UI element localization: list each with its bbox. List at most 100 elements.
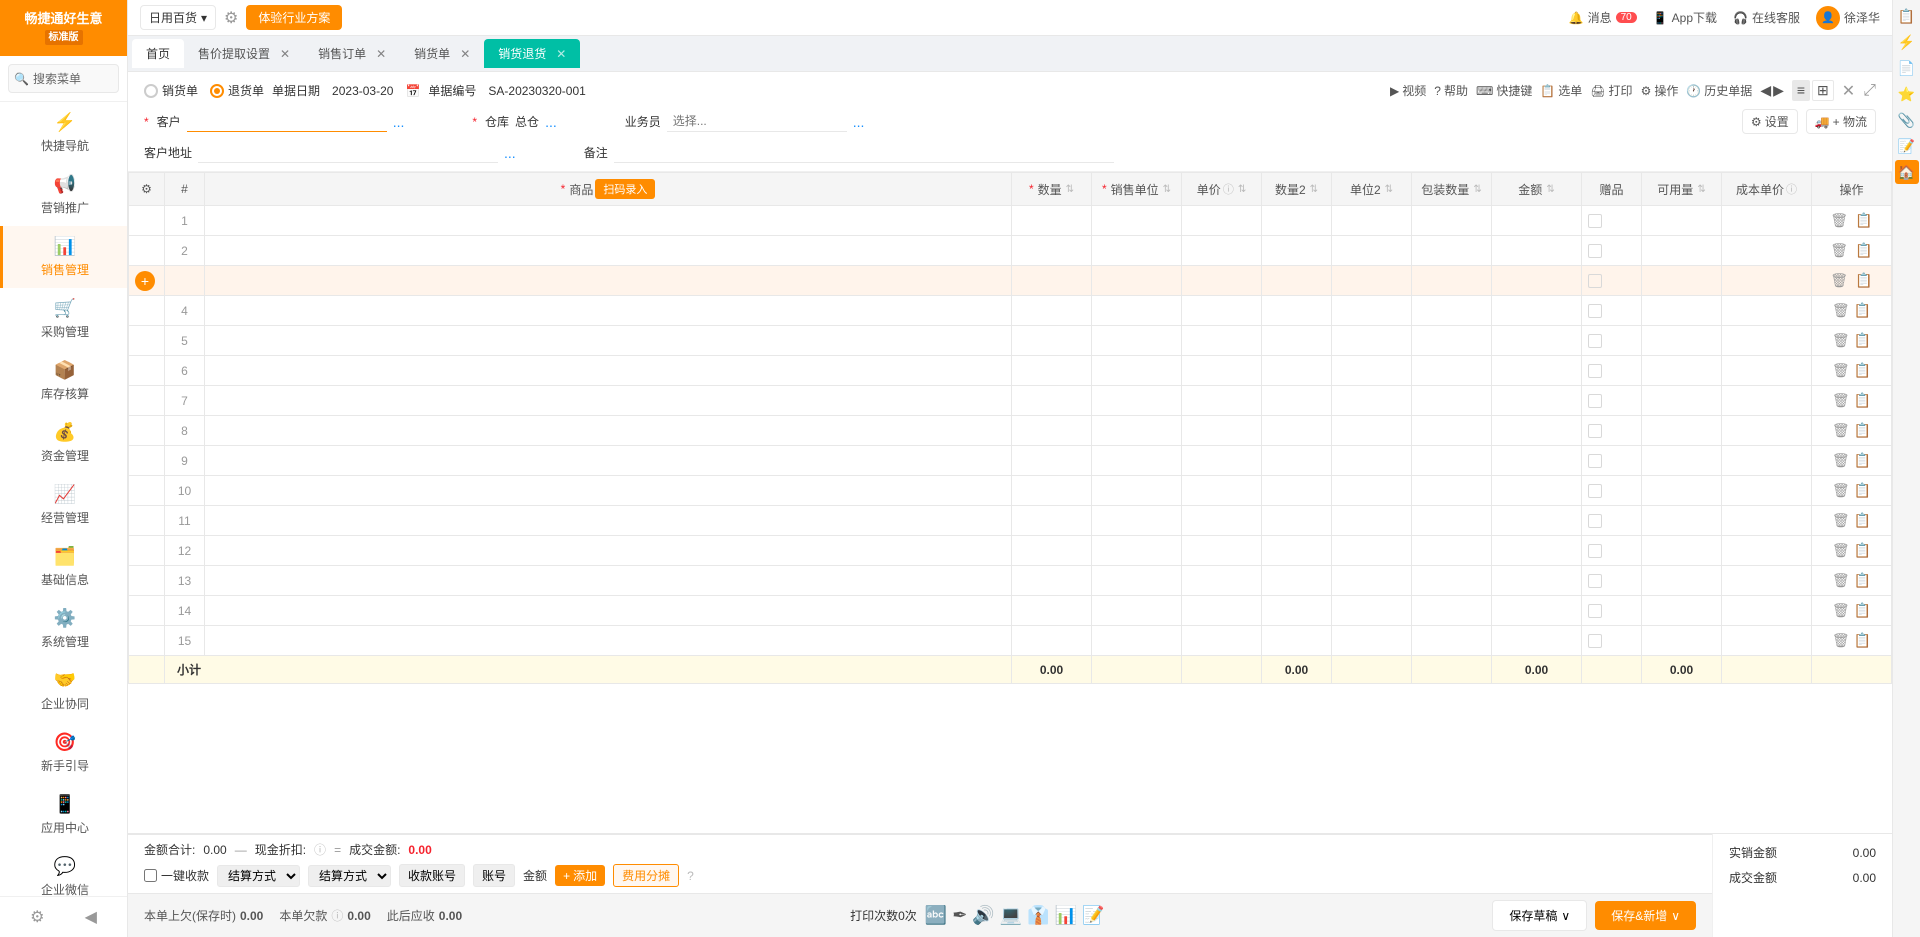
address-lookup-button[interactable]: ...: [504, 145, 516, 161]
gift-checkbox-6[interactable]: [1588, 364, 1602, 378]
account-num-button[interactable]: 账号: [473, 864, 515, 887]
add-row-button[interactable]: +: [135, 271, 155, 291]
nav-next-button[interactable]: ▶: [1773, 82, 1784, 99]
row-qty-1[interactable]: [1012, 206, 1092, 236]
sidebar-item-appstore[interactable]: 📱 应用中心: [0, 784, 127, 846]
delete-row-15-button[interactable]: 🗑: [1830, 630, 1852, 651]
add-payment-button[interactable]: + 添加: [555, 865, 605, 886]
gift-checkbox-5[interactable]: [1588, 334, 1602, 348]
gift-checkbox-13[interactable]: [1588, 574, 1602, 588]
copy-row-3-button[interactable]: 📋: [1853, 270, 1874, 291]
price-sort-icon[interactable]: ⇅: [1238, 184, 1246, 195]
row-goods-3[interactable]: [205, 266, 1012, 296]
row-gift-3[interactable]: [1582, 266, 1642, 296]
select-order-button[interactable]: 📋 选单: [1540, 82, 1582, 99]
delete-row-10-button[interactable]: 🗑: [1830, 480, 1852, 501]
payment-checkbox-input[interactable]: [144, 869, 157, 882]
nav-prev-button[interactable]: ◀: [1760, 82, 1771, 99]
sidebar-item-marketing[interactable]: 📢 营销推广: [0, 164, 127, 226]
rt-note-button[interactable]: 📝: [1895, 134, 1919, 158]
discount-info-icon[interactable]: ⓘ: [314, 841, 326, 858]
operations-button[interactable]: ⚙ 操作: [1641, 82, 1679, 99]
copy-row-1-button[interactable]: 📋: [1853, 210, 1874, 231]
unit-sort-icon[interactable]: ⇅: [1163, 184, 1171, 195]
customer-lookup-button[interactable]: ...: [393, 114, 405, 130]
price-info-icon[interactable]: ⓘ: [1223, 181, 1234, 197]
grid-view-button[interactable]: ⊞: [1812, 80, 1834, 101]
gift-checkbox-8[interactable]: [1588, 424, 1602, 438]
copy-row-15-button[interactable]: 📋: [1852, 630, 1873, 651]
user-menu[interactable]: 👤 徐泽华: [1816, 6, 1880, 30]
delete-row-11-button[interactable]: 🗑: [1830, 510, 1852, 531]
row-goods-1[interactable]: [205, 206, 1012, 236]
fee-split-button[interactable]: 费用分摊: [613, 864, 679, 887]
delete-row-12-button[interactable]: 🗑: [1830, 540, 1852, 561]
copy-row-14-button[interactable]: 📋: [1852, 600, 1873, 621]
copy-row-11-button[interactable]: 📋: [1852, 510, 1873, 531]
sidebar-item-wechat[interactable]: 💬 企业微信: [0, 846, 127, 896]
copy-row-12-button[interactable]: 📋: [1852, 540, 1873, 561]
copy-row-4-button[interactable]: 📋: [1852, 300, 1873, 321]
rt-clipboard-button[interactable]: 📋: [1895, 4, 1919, 28]
qty-sort-icon[interactable]: ⇅: [1066, 184, 1074, 195]
setup-button[interactable]: ⚙ 设置: [1742, 109, 1798, 134]
gift-checkbox-11[interactable]: [1588, 514, 1602, 528]
print-button[interactable]: 🖨 打印: [1590, 82, 1632, 99]
pack-sort-icon[interactable]: ⇅: [1473, 184, 1481, 195]
row-unit2-1[interactable]: [1332, 206, 1412, 236]
logistics-button[interactable]: 🚚 + 物流: [1806, 109, 1876, 134]
unit2-sort-icon[interactable]: ⇅: [1385, 184, 1393, 195]
sidebar-item-enterprise[interactable]: 🤝 企业协同: [0, 660, 127, 722]
tab-sales-delivery-close[interactable]: ✕: [460, 47, 470, 61]
sidebar-item-finance[interactable]: 💰 资金管理: [0, 412, 127, 474]
cost-info-icon[interactable]: ⓘ: [1786, 181, 1797, 197]
save-new-button[interactable]: 保存&新增 ∨: [1595, 901, 1696, 930]
tab-home[interactable]: 首页: [132, 39, 184, 68]
row-unit-1[interactable]: [1092, 206, 1182, 236]
expand-window-button[interactable]: ⤢: [1863, 82, 1876, 100]
tab-sales-delivery[interactable]: 销货单 ✕: [400, 39, 484, 68]
sidebar-item-system[interactable]: ⚙️ 系统管理: [0, 598, 127, 660]
delete-row-6-button[interactable]: 🗑: [1830, 360, 1852, 381]
online-support-button[interactable]: 🎧 在线客服: [1733, 9, 1800, 26]
delete-row-14-button[interactable]: 🗑: [1830, 600, 1852, 621]
row-qty2-2[interactable]: [1262, 236, 1332, 266]
tab-sales-order-close[interactable]: ✕: [376, 47, 386, 61]
row-cost-2[interactable]: [1722, 236, 1812, 266]
goods-input-3[interactable]: [211, 273, 1005, 288]
industry-select[interactable]: 日用百货 ▾: [140, 5, 216, 30]
copy-row-6-button[interactable]: 📋: [1852, 360, 1873, 381]
gift-checkbox-14[interactable]: [1588, 604, 1602, 618]
gift-checkbox-2[interactable]: [1588, 244, 1602, 258]
salesperson-lookup-button[interactable]: ...: [853, 114, 865, 130]
gift-checkbox-3[interactable]: [1588, 274, 1602, 288]
gift-checkbox-9[interactable]: [1588, 454, 1602, 468]
copy-row-9-button[interactable]: 📋: [1852, 450, 1873, 471]
rt-document-button[interactable]: 📄: [1895, 56, 1919, 80]
row-qty-2[interactable]: [1012, 236, 1092, 266]
row-avail-3[interactable]: [1642, 266, 1722, 296]
trial-button[interactable]: 体验行业方案: [246, 5, 342, 30]
row-unit-2[interactable]: [1092, 236, 1182, 266]
address-input[interactable]: [198, 142, 498, 163]
delete-row-1-button[interactable]: 🗑: [1828, 210, 1850, 231]
customer-input[interactable]: [187, 111, 387, 132]
sidebar-item-inventory[interactable]: 📦 库存核算: [0, 350, 127, 412]
row-goods-2[interactable]: [205, 236, 1012, 266]
settings-footer-button[interactable]: ⚙: [30, 907, 44, 927]
save-draft-button[interactable]: 保存草稿 ∨: [1492, 900, 1587, 931]
shortcut-button[interactable]: ⌨ 快捷键: [1476, 82, 1532, 99]
avail-sort-icon[interactable]: ⇅: [1697, 184, 1705, 195]
salesperson-input[interactable]: [667, 111, 847, 132]
row-pack-1[interactable]: [1412, 206, 1492, 236]
row-amount-2[interactable]: [1492, 236, 1582, 266]
video-help-button[interactable]: ▶ 视频: [1390, 82, 1426, 99]
collapse-sidebar-button[interactable]: ◀: [85, 907, 97, 927]
delete-row-5-button[interactable]: 🗑: [1830, 330, 1852, 351]
row-price-3[interactable]: [1182, 266, 1262, 296]
close-window-button[interactable]: ✕: [1842, 81, 1855, 101]
note-input[interactable]: [614, 142, 1114, 163]
tab-price-settings[interactable]: 售价提取设置 ✕: [184, 39, 304, 68]
help-button[interactable]: ? 帮助: [1434, 82, 1468, 99]
row-pack-2[interactable]: [1412, 236, 1492, 266]
